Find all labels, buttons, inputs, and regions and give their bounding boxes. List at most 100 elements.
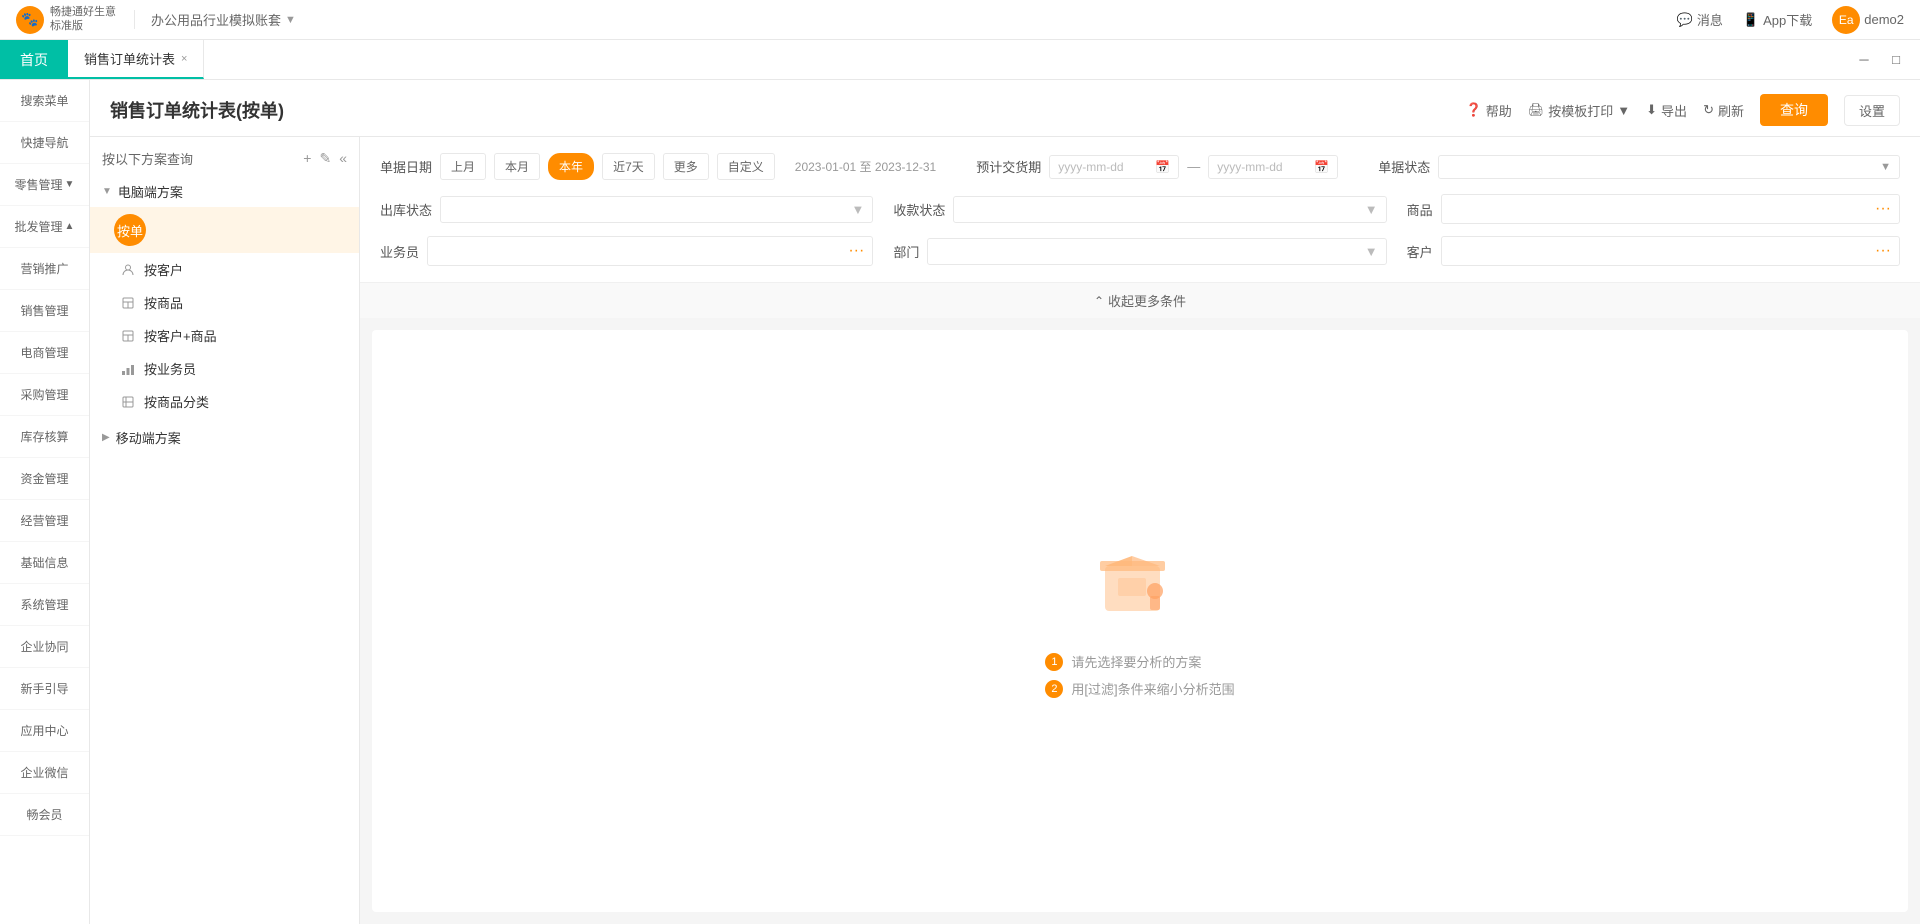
department-cell: 部门 ▼ [893, 236, 1386, 266]
salesperson-label: 业务员 [380, 242, 419, 261]
scheme-item-by-goods[interactable]: 按商品 [90, 286, 359, 319]
collapse-filter-btn[interactable]: ⌃ 收起更多条件 [360, 282, 1920, 318]
department-select[interactable]: ▼ [927, 238, 1386, 265]
workspace-selector[interactable]: 办公用品行业模拟账套 ▼ [134, 10, 296, 29]
filter-row-1: 单据日期 上月 本月 本年 近7天 更多 自定义 2023-01-01 至 20… [380, 153, 1900, 180]
customer-dots[interactable]: ··· [1875, 242, 1891, 260]
tab-minimize-btn[interactable]: ─ [1852, 48, 1876, 72]
scheme-item-by-customer[interactable]: 按客户 [90, 253, 359, 286]
salesperson-dots[interactable]: ··· [848, 242, 864, 260]
pc-group-label: 电脑端方案 [118, 182, 183, 201]
sidebar-item-system[interactable]: 系统管理 [0, 584, 89, 626]
sidebar-item-member[interactable]: 畅会员 [0, 794, 89, 836]
sidebar-item-inventory[interactable]: 库存核算 [0, 416, 89, 458]
scheme-edit-btn[interactable]: ✎ [319, 150, 331, 167]
tab-maximize-btn[interactable]: □ [1884, 48, 1908, 72]
scheme-item-by-customer-goods[interactable]: 按客户+商品 [90, 319, 359, 352]
maximize-icon: □ [1892, 52, 1900, 67]
sidebar-item-wholesale[interactable]: 批发管理▲ [0, 206, 89, 248]
print-btn[interactable]: 🖨 按模板打印 ▼ [1528, 101, 1630, 120]
scheme-active-dot: 按单 [114, 214, 146, 246]
sidebar-item-ecommerce[interactable]: 电商管理 [0, 332, 89, 374]
receipt-status-arrow: ▼ [1365, 202, 1378, 217]
avatar: Ea [1832, 6, 1860, 34]
sidebar-item-shortcut[interactable]: 快捷导航 [0, 122, 89, 164]
empty-illustration [1080, 536, 1200, 636]
sidebar-item-newbie[interactable]: 新手引导 [0, 668, 89, 710]
sidebar-item-marketing[interactable]: 营销推广 [0, 248, 89, 290]
query-button[interactable]: 查询 [1760, 94, 1828, 126]
empty-hints: 1 请先选择要分析的方案 2 用[过滤]条件来缩小分析范围 [1045, 652, 1234, 706]
date-more-btn[interactable]: 更多 [663, 153, 709, 180]
sidebar-item-appcenter[interactable]: 应用中心 [0, 710, 89, 752]
settings-button[interactable]: 设置 [1844, 95, 1900, 126]
right-panel: 单据日期 上月 本月 本年 近7天 更多 自定义 2023-01-01 至 20… [360, 137, 1920, 924]
out-status-arrow: ▼ [851, 202, 864, 217]
date-filter-group: 单据日期 上月 本月 本年 近7天 更多 自定义 [380, 153, 775, 180]
filter-row-3: 业务员 ··· 部门 ▼ [380, 236, 1900, 266]
scheme-salesperson-label: 按业务员 [144, 359, 196, 378]
sidebar-item-retail[interactable]: 零售管理▼ [0, 164, 89, 206]
status-select[interactable]: ▼ [1438, 155, 1900, 179]
scheme-group-pc: ▼ 电脑端方案 按单 按客户 [90, 176, 359, 418]
tab-close-icon[interactable]: × [181, 53, 187, 65]
scheme-custgoods-label: 按客户+商品 [144, 326, 217, 345]
date-last-month-btn[interactable]: 上月 [440, 153, 486, 180]
sidebar-item-sales[interactable]: 销售管理 [0, 290, 89, 332]
sidebar-item-basics[interactable]: 基础信息 [0, 542, 89, 584]
scheme-add-btn[interactable]: + [303, 150, 311, 167]
goods-select[interactable]: ··· [1441, 194, 1900, 224]
export-icon: ⬇ [1646, 102, 1657, 118]
main-layout: 搜索菜单 快捷导航 零售管理▼ 批发管理▲ 营销推广 销售管理 电商管理 采购管… [0, 80, 1920, 924]
expected-date-from[interactable]: yyyy-mm-dd 📅 [1049, 155, 1179, 179]
export-btn[interactable]: ⬇ 导出 [1646, 101, 1687, 120]
out-status-select[interactable]: ▼ [440, 196, 873, 223]
sidebar: 搜索菜单 快捷导航 零售管理▼ 批发管理▲ 营销推广 销售管理 电商管理 采购管… [0, 80, 90, 924]
date-custom-btn[interactable]: 自定义 [717, 153, 775, 180]
salesperson-select[interactable]: ··· [427, 236, 873, 266]
scheme-panel-icons: + ✎ « [303, 150, 347, 167]
date-7days-btn[interactable]: 近7天 [602, 153, 655, 180]
expected-date-to[interactable]: yyyy-mm-dd 📅 [1208, 155, 1338, 179]
customer-label: 客户 [1407, 242, 1433, 261]
app-download-btn[interactable]: 📱 App下载 [1743, 10, 1812, 29]
tab-sales-order[interactable]: 销售订单统计表 × [68, 40, 204, 79]
scheme-category-icon [120, 394, 136, 410]
sidebar-item-search[interactable]: 搜索菜单 [0, 80, 89, 122]
minimize-icon: ─ [1859, 52, 1868, 67]
sidebar-item-finance[interactable]: 资金管理 [0, 458, 89, 500]
tab-home[interactable]: 首页 [0, 40, 68, 79]
refresh-btn[interactable]: ↻ 刷新 [1703, 101, 1744, 120]
scheme-item-by-order[interactable]: 按单 [90, 207, 359, 253]
message-btn[interactable]: 💬 消息 [1677, 10, 1723, 29]
collapse-chevron-icon: ⌃ [1094, 294, 1104, 308]
sidebar-item-operations[interactable]: 经营管理 [0, 500, 89, 542]
empty-state: 1 请先选择要分析的方案 2 用[过滤]条件来缩小分析范围 [372, 330, 1908, 912]
receipt-status-cell: 收款状态 ▼ [893, 194, 1386, 224]
goods-dots[interactable]: ··· [1875, 200, 1891, 218]
top-bar-left: 🐾 畅捷通好生意 标准版 办公用品行业模拟账套 ▼ [16, 6, 296, 34]
date-this-year-btn[interactable]: 本年 [548, 153, 594, 180]
scheme-group-header-pc[interactable]: ▼ 电脑端方案 [90, 176, 359, 207]
receipt-status-select[interactable]: ▼ [953, 196, 1386, 223]
content-panels: 按以下方案查询 + ✎ « ▼ 电脑端方案 按单 [90, 137, 1920, 924]
user-area[interactable]: Ea demo2 [1832, 6, 1904, 34]
scheme-item-by-category[interactable]: 按商品分类 [90, 385, 359, 418]
date-this-month-btn[interactable]: 本月 [494, 153, 540, 180]
scheme-group-header-mobile[interactable]: ▶ 移动端方案 [90, 422, 359, 453]
receipt-status-label: 收款状态 [893, 200, 945, 219]
scheme-collapse-btn[interactable]: « [339, 150, 347, 167]
scheme-panel-header: 按以下方案查询 + ✎ « [90, 149, 359, 176]
sidebar-item-wechat[interactable]: 企业微信 [0, 752, 89, 794]
sidebar-item-purchase[interactable]: 采购管理 [0, 374, 89, 416]
scheme-goods-label: 按商品 [144, 293, 183, 312]
sidebar-item-enterprise[interactable]: 企业协同 [0, 626, 89, 668]
print-chevron: ▼ [1617, 103, 1630, 118]
customer-select[interactable]: ··· [1441, 236, 1900, 266]
scheme-panel: 按以下方案查询 + ✎ « ▼ 电脑端方案 按单 [90, 137, 360, 924]
scheme-item-by-salesperson[interactable]: 按业务员 [90, 352, 359, 385]
header-right-actions: ❓ 帮助 🖨 按模板打印 ▼ ⬇ 导出 ↻ 刷新 查询 设置 [1466, 94, 1900, 126]
expected-date-label: 预计交货期 [976, 157, 1041, 176]
salesperson-cell: 业务员 ··· [380, 236, 873, 266]
help-btn[interactable]: ❓ 帮助 [1466, 101, 1512, 120]
